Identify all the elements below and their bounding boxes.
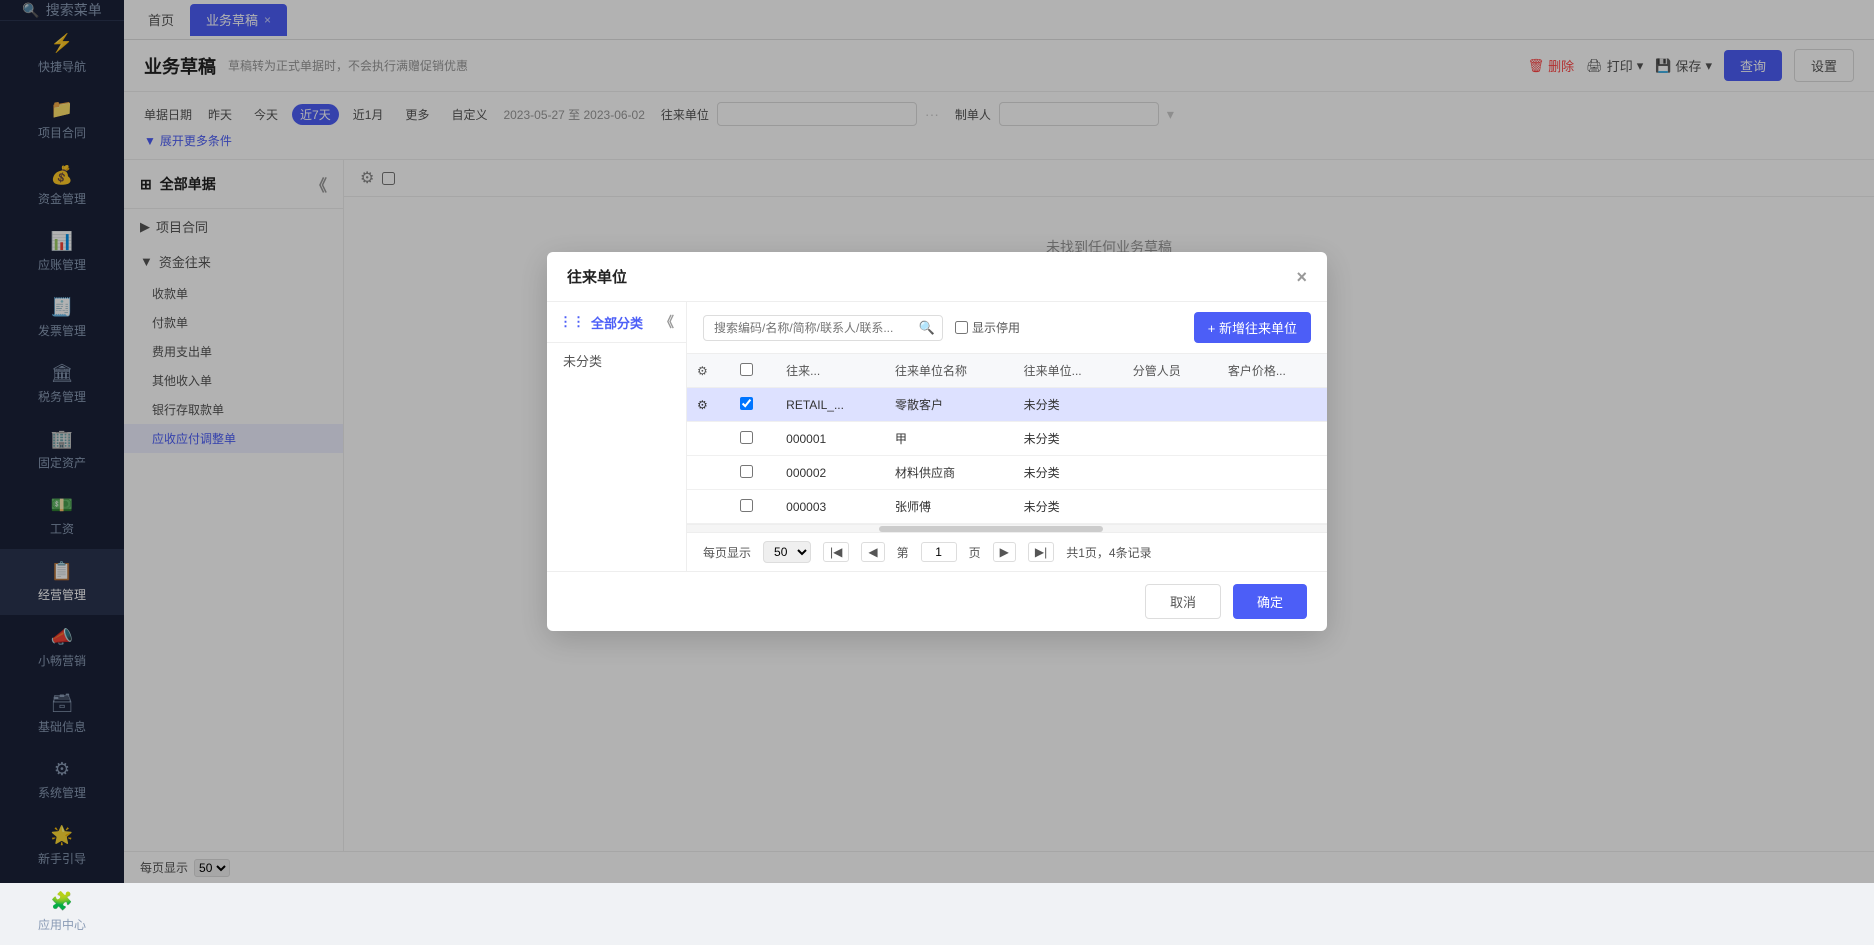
modal-actions: 取消 确定 — [547, 571, 1327, 631]
confirm-button[interactable]: 确定 — [1233, 584, 1307, 619]
modal-category-title: 全部分类 — [591, 313, 643, 332]
modal-uncategorized-label: 未分类 — [563, 354, 602, 369]
td-manager — [1123, 456, 1218, 490]
td-price — [1218, 490, 1327, 524]
table-header: ⚙ 往来... 往来单位名称 往来单位... 分管人员 客户价格... — [687, 354, 1327, 388]
th-name: 往来单位名称 — [885, 354, 1014, 388]
select-all-modal[interactable] — [740, 363, 753, 376]
table-row[interactable]: ⚙ RETAIL_... 零散客户 未分类 — [687, 388, 1327, 422]
first-page-btn[interactable]: |◀ — [823, 542, 849, 562]
modal-left-header: ⋮⋮ 全部分类 《 — [547, 302, 686, 343]
td-name: 零散客户 — [885, 388, 1014, 422]
sidebar-item-label: 应用中心 — [38, 916, 86, 933]
td-manager — [1123, 422, 1218, 456]
modal-overlay: 往来单位 × ⋮⋮ 全部分类 《 未分类 — [0, 0, 1874, 883]
td-code: 000003 — [776, 490, 885, 524]
td-name: 甲 — [885, 422, 1014, 456]
td-category: 未分类 — [1014, 490, 1123, 524]
per-page-label: 每页显示 — [703, 544, 751, 561]
td-settings: ⚙ — [687, 388, 730, 422]
modal-body: ⋮⋮ 全部分类 《 未分类 🔍 显示 — [547, 302, 1327, 571]
td-code: 000001 — [776, 422, 885, 456]
modal-header: 往来单位 × — [547, 252, 1327, 302]
td-manager — [1123, 388, 1218, 422]
modal-search-bar: 🔍 显示停用 + 新增往来单位 — [687, 302, 1327, 354]
modal-uncategorized[interactable]: 未分类 — [547, 343, 686, 378]
table-row[interactable]: 000001 甲 未分类 — [687, 422, 1327, 456]
th-price: 客户价格... — [1218, 354, 1327, 388]
modal-search-icon: 🔍 — [919, 320, 935, 336]
td-category: 未分类 — [1014, 422, 1123, 456]
last-page-btn[interactable]: ▶| — [1028, 542, 1054, 562]
horizontal-scrollbar[interactable] — [687, 524, 1327, 532]
partner-modal: 往来单位 × ⋮⋮ 全部分类 《 未分类 — [547, 252, 1327, 631]
th-settings: ⚙ — [687, 354, 730, 388]
page-size-select[interactable]: 50 — [763, 541, 811, 563]
td-manager — [1123, 490, 1218, 524]
td-check[interactable] — [730, 388, 776, 422]
modal-pagination: 每页显示 50 |◀ ◀ 第 页 ▶ ▶| 共1页，4条记录 — [687, 532, 1327, 571]
total-label: 共1页，4条记录 — [1066, 544, 1151, 561]
grid-dots-icon: ⋮⋮ — [559, 314, 585, 330]
td-price — [1218, 388, 1327, 422]
td-price — [1218, 456, 1327, 490]
modal-search-input[interactable] — [703, 315, 943, 341]
apps-icon: 🧩 — [51, 891, 73, 912]
scrollbar-thumb[interactable] — [879, 526, 1103, 532]
show-disabled-label[interactable]: 显示停用 — [955, 319, 1020, 336]
th-code: 往来... — [776, 354, 885, 388]
table-row[interactable]: 000003 张师傅 未分类 — [687, 490, 1327, 524]
page-suffix: 页 — [969, 544, 981, 561]
td-code: 000002 — [776, 456, 885, 490]
page-label: 第 — [897, 544, 909, 561]
modal-right-panel: 🔍 显示停用 + 新增往来单位 ⚙ — [687, 302, 1327, 571]
td-name: 材料供应商 — [885, 456, 1014, 490]
modal-left-panel: ⋮⋮ 全部分类 《 未分类 — [547, 302, 687, 571]
modal-collapse-button[interactable]: 《 — [660, 312, 674, 332]
cancel-button[interactable]: 取消 — [1145, 584, 1221, 619]
th-manager: 分管人员 — [1123, 354, 1218, 388]
td-category: 未分类 — [1014, 388, 1123, 422]
th-select — [730, 354, 776, 388]
next-page-btn[interactable]: ▶ — [993, 542, 1016, 562]
table-body: ⚙ RETAIL_... 零散客户 未分类 — [687, 388, 1327, 524]
show-disabled-checkbox[interactable] — [955, 321, 968, 334]
show-disabled-text: 显示停用 — [972, 319, 1020, 336]
modal-close-button[interactable]: × — [1296, 268, 1307, 286]
add-partner-button[interactable]: + 新增往来单位 — [1194, 312, 1311, 343]
td-check[interactable] — [730, 490, 776, 524]
page-input[interactable] — [921, 542, 957, 562]
modal-title: 往来单位 — [567, 266, 627, 287]
td-price — [1218, 422, 1327, 456]
td-check[interactable] — [730, 422, 776, 456]
td-category: 未分类 — [1014, 456, 1123, 490]
td-settings — [687, 456, 730, 490]
td-code: RETAIL_... — [776, 388, 885, 422]
td-check[interactable] — [730, 456, 776, 490]
th-category: 往来单位... — [1014, 354, 1123, 388]
sidebar-item-apps[interactable]: 🧩 应用中心 — [0, 879, 124, 945]
modal-table: ⚙ 往来... 往来单位名称 往来单位... 分管人员 客户价格... — [687, 354, 1327, 524]
prev-page-btn[interactable]: ◀ — [861, 542, 884, 562]
table-row[interactable]: 000002 材料供应商 未分类 — [687, 456, 1327, 490]
td-settings — [687, 490, 730, 524]
search-wrap: 🔍 — [703, 315, 943, 341]
td-settings — [687, 422, 730, 456]
partner-table: ⚙ 往来... 往来单位名称 往来单位... 分管人员 客户价格... — [687, 354, 1327, 524]
td-name: 张师傅 — [885, 490, 1014, 524]
